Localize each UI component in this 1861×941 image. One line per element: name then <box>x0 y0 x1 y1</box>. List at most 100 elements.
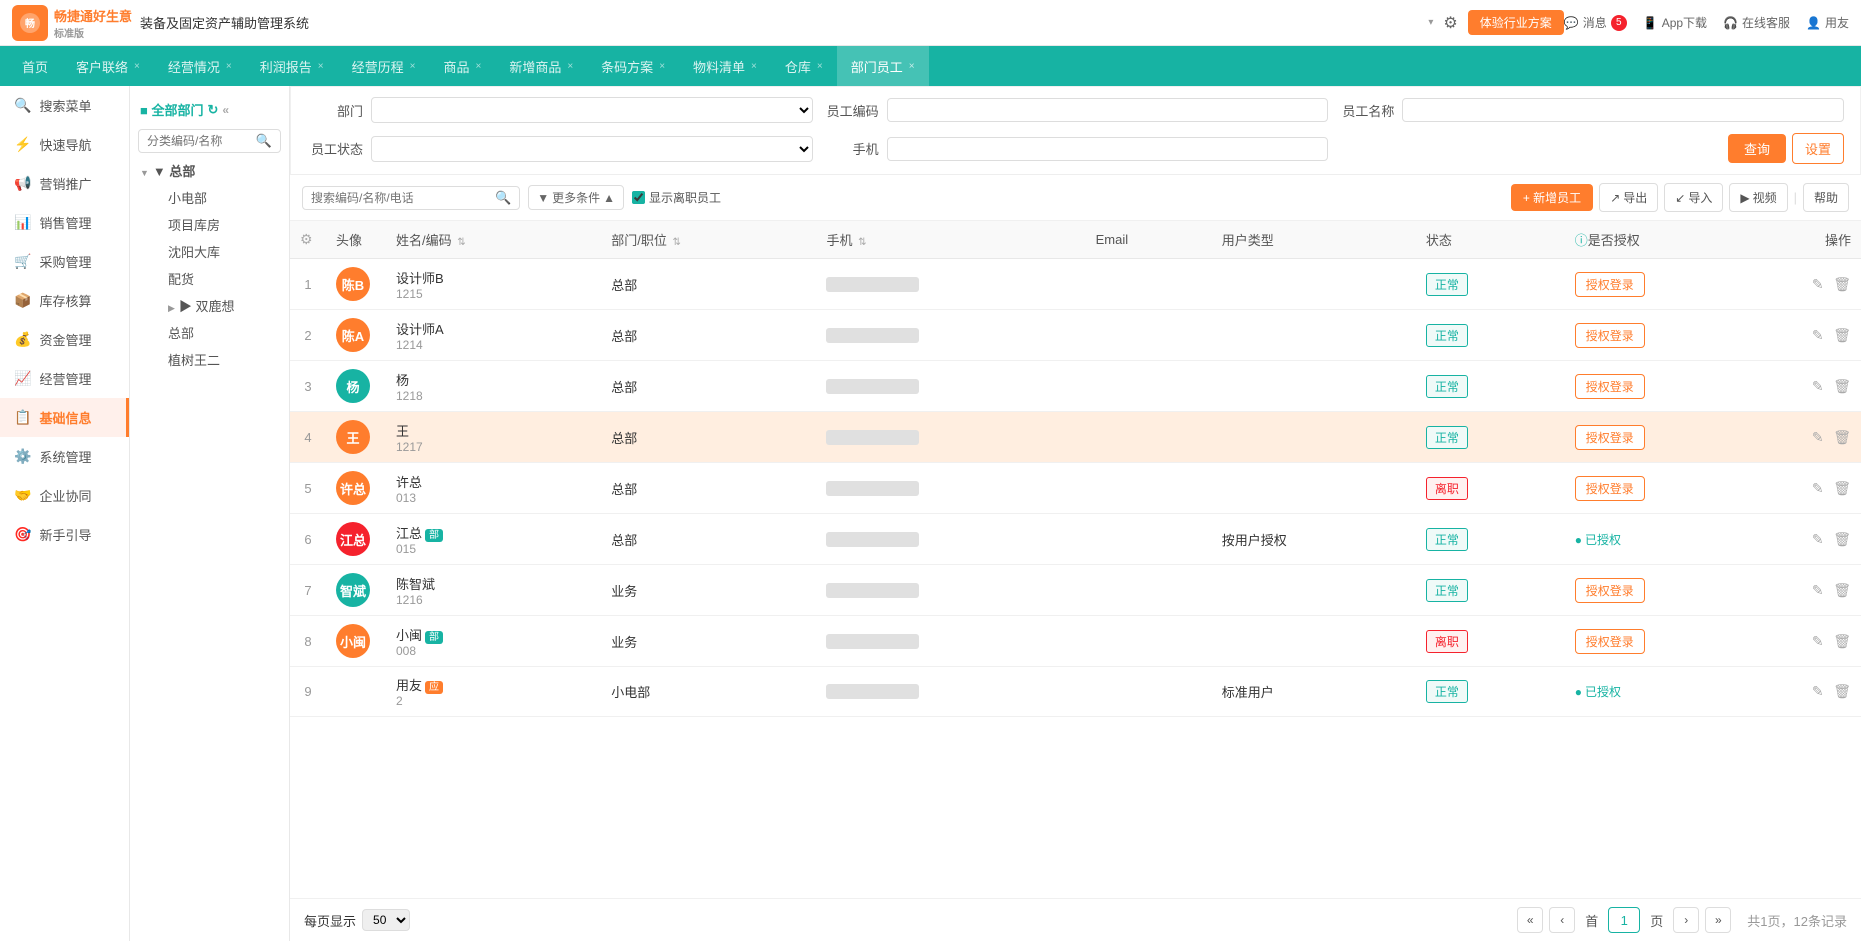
auth-btn[interactable]: 授权登录 <box>1575 374 1645 399</box>
edit-icon[interactable]: ✎ <box>1812 683 1824 699</box>
tab-newgoods[interactable]: 新增商品 × <box>495 46 587 86</box>
dept-node-zongbu2[interactable]: 总部 <box>146 319 289 346</box>
online-service-btn[interactable]: 🎧 在线客服 <box>1723 14 1790 31</box>
dept-node-peihuo[interactable]: 配货 <box>146 265 289 292</box>
tab-staff[interactable]: 部门员工 × <box>837 46 929 86</box>
status-filter-select[interactable] <box>371 136 813 162</box>
sidebar-item-inventory[interactable]: 📦 库存核算 <box>0 281 129 320</box>
dept-node-shuanglu[interactable]: ▶ 双鹿想 <box>146 292 289 319</box>
delete-icon[interactable]: 🗑 <box>1833 582 1851 598</box>
delete-icon[interactable]: 🗑 <box>1833 633 1851 649</box>
col-dept[interactable]: 部门/职位 ⇅ <box>601 221 816 259</box>
tab-bom[interactable]: 物料清单 × <box>679 46 771 86</box>
column-settings-icon[interactable]: ⚙ <box>300 231 313 247</box>
sidebar-item-purchase[interactable]: 🛒 采购管理 <box>0 242 129 281</box>
sidebar-item-operation[interactable]: 📈 经营管理 <box>0 359 129 398</box>
edit-icon[interactable]: ✎ <box>1812 378 1824 394</box>
close-icon[interactable]: × <box>909 61 915 72</box>
col-name[interactable]: 姓名/编码 ⇅ <box>386 221 601 259</box>
close-icon[interactable]: × <box>817 61 823 72</box>
code-filter-input[interactable] <box>887 98 1329 122</box>
name-filter-input[interactable] <box>1402 98 1844 122</box>
import-button[interactable]: ↙导入 <box>1664 183 1723 212</box>
next-page-btn[interactable]: › <box>1673 907 1699 933</box>
delete-icon[interactable]: 🗑 <box>1833 683 1851 699</box>
auth-btn[interactable]: 授权登录 <box>1575 425 1645 450</box>
col-phone[interactable]: 手机 ⇅ <box>816 221 1085 259</box>
auth-btn[interactable]: 授权登录 <box>1575 323 1645 348</box>
close-icon[interactable]: × <box>751 61 757 72</box>
close-icon[interactable]: × <box>410 61 416 72</box>
message-btn[interactable]: 💬 消息 5 <box>1564 14 1627 31</box>
search-button[interactable]: 查询 <box>1728 134 1786 163</box>
sidebar-item-sales[interactable]: 📊 销售管理 <box>0 203 129 242</box>
sort-name-icon[interactable]: ⇅ <box>457 237 465 248</box>
user-btn[interactable]: 👤 用友 <box>1806 14 1849 31</box>
close-icon[interactable]: × <box>475 61 481 72</box>
sidebar-item-shortcut[interactable]: ⚡ 快速导航 <box>0 125 129 164</box>
sidebar-item-finance[interactable]: 💰 资金管理 <box>0 320 129 359</box>
last-page-btn[interactable]: » <box>1705 907 1731 933</box>
auth-btn[interactable]: 授权登录 <box>1575 272 1645 297</box>
settings-icon[interactable]: ⚙ <box>1443 13 1457 33</box>
app-download-btn[interactable]: 📱 App下载 <box>1643 14 1707 31</box>
info-icon[interactable]: ⓘ <box>1575 233 1588 248</box>
tab-barcode[interactable]: 条码方案 × <box>587 46 679 86</box>
edit-icon[interactable]: ✎ <box>1812 276 1824 292</box>
delete-icon[interactable]: 🗑 <box>1833 378 1851 394</box>
tab-warehouse[interactable]: 仓库 × <box>771 46 837 86</box>
tab-history[interactable]: 经营历程 × <box>338 46 430 86</box>
tab-customer[interactable]: 客户联络 × <box>62 46 154 86</box>
dept-search-icon[interactable]: 🔍 <box>256 133 272 149</box>
sidebar-item-collab[interactable]: 🤝 企业协同 <box>0 476 129 515</box>
col-settings[interactable]: ⚙ <box>290 221 326 259</box>
tab-operation[interactable]: 经营情况 × <box>154 46 246 86</box>
resigned-checkbox-input[interactable] <box>632 191 645 204</box>
dept-search-input[interactable] <box>147 134 256 148</box>
tab-home[interactable]: 首页 <box>8 46 62 86</box>
first-page-btn[interactable]: « <box>1517 907 1543 933</box>
tab-goods[interactable]: 商品 × <box>429 46 495 86</box>
delete-icon[interactable]: 🗑 <box>1833 327 1851 343</box>
edit-icon[interactable]: ✎ <box>1812 633 1824 649</box>
page-size-select[interactable]: 50 <box>362 909 410 931</box>
delete-icon[interactable]: 🗑 <box>1833 276 1851 292</box>
add-employee-button[interactable]: + 新增员工 <box>1511 184 1593 211</box>
edit-icon[interactable]: ✎ <box>1812 582 1824 598</box>
dept-filter-select[interactable] <box>371 97 813 123</box>
close-icon[interactable]: × <box>134 61 140 72</box>
auth-btn[interactable]: 授权登录 <box>1575 578 1645 603</box>
sidebar-item-marketing[interactable]: 📢 营销推广 <box>0 164 129 203</box>
edit-icon[interactable]: ✎ <box>1812 531 1824 547</box>
delete-icon[interactable]: 🗑 <box>1833 531 1851 547</box>
help-button[interactable]: 帮助 <box>1803 183 1849 212</box>
system-dropdown-arrow[interactable]: ▾ <box>1428 17 1433 28</box>
close-icon[interactable]: × <box>226 61 232 72</box>
sort-phone-icon[interactable]: ⇅ <box>858 237 866 248</box>
prev-page-btn[interactable]: ‹ <box>1549 907 1575 933</box>
more-filters-btn[interactable]: ▼ 更多条件 ▲ <box>528 185 624 210</box>
edit-icon[interactable]: ✎ <box>1812 480 1824 496</box>
edit-icon[interactable]: ✎ <box>1812 327 1824 343</box>
auth-btn[interactable]: 授权登录 <box>1575 476 1645 501</box>
edit-icon[interactable]: ✎ <box>1812 429 1824 445</box>
tab-profit[interactable]: 利润报告 × <box>246 46 338 86</box>
phone-filter-input[interactable] <box>887 137 1329 161</box>
dept-node-xiangmu[interactable]: 项目库房 <box>146 211 289 238</box>
trial-button[interactable]: 体验行业方案 <box>1468 10 1564 35</box>
close-icon[interactable]: × <box>318 61 324 72</box>
collapse-dept-icon[interactable]: « <box>222 103 229 117</box>
dept-node-xiaodian[interactable]: 小电部 <box>146 184 289 211</box>
export-button[interactable]: ↗导出 <box>1599 183 1658 212</box>
delete-icon[interactable]: 🗑 <box>1833 480 1851 496</box>
refresh-icon[interactable]: ↻ <box>207 102 218 118</box>
sort-dept-icon[interactable]: ⇅ <box>672 237 680 248</box>
dept-node-zhishu[interactable]: 植树王二 <box>146 346 289 373</box>
show-resigned-checkbox[interactable]: 显示离职员工 <box>632 189 721 206</box>
search-icon[interactable]: 🔍 <box>495 190 511 206</box>
close-icon[interactable]: × <box>567 61 573 72</box>
dept-node-zongbu[interactable]: ▼ 总部 <box>130 157 289 184</box>
filter-setting-button[interactable]: 设置 <box>1792 133 1844 164</box>
delete-icon[interactable]: 🗑 <box>1833 429 1851 445</box>
sidebar-item-system[interactable]: ⚙️ 系统管理 <box>0 437 129 476</box>
